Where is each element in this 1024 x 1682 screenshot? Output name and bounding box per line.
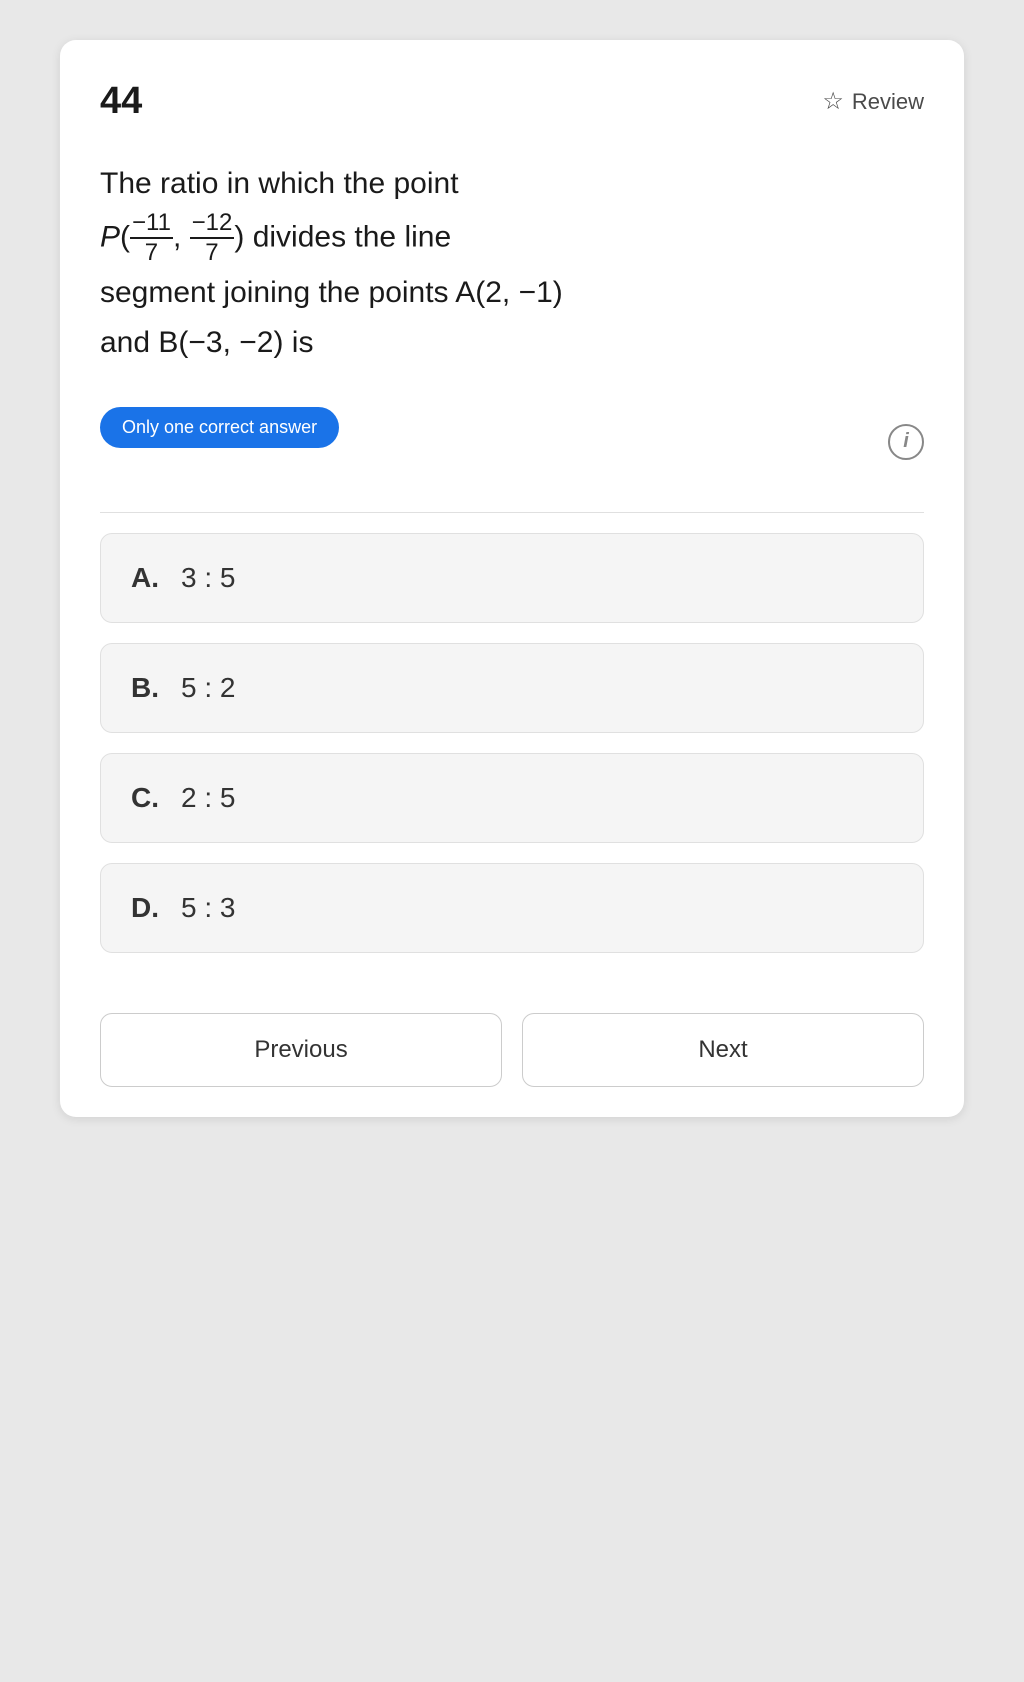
option-c[interactable]: C. 2 : 5: [100, 753, 924, 843]
option-d-value: 5 : 3: [181, 892, 235, 924]
question-text-part1: The ratio in which the point: [100, 167, 459, 200]
phone-container: 44 ☆ Review The ratio in which the point…: [0, 0, 1024, 1682]
option-d-letter: D.: [131, 892, 161, 924]
question-number: 44: [100, 80, 142, 123]
option-d[interactable]: D. 5 : 3: [100, 863, 924, 953]
question-text-part3: segment joining the points A(2, −1): [100, 276, 563, 309]
option-b-value: 5 : 2: [181, 672, 235, 704]
review-button[interactable]: ☆ Review: [822, 87, 924, 116]
option-b-letter: B.: [131, 672, 161, 704]
previous-button[interactable]: Previous: [100, 1013, 502, 1087]
fraction1: −117: [130, 220, 173, 253]
info-icon[interactable]: i: [888, 424, 924, 460]
comma: ,: [173, 220, 190, 253]
options-list: A. 3 : 5 B. 5 : 2 C. 2 : 5 D. 5 : 3: [100, 533, 924, 953]
question-text: The ratio in which the point P(−117, −12…: [100, 159, 924, 367]
divider: [100, 512, 924, 513]
question-card: 44 ☆ Review The ratio in which the point…: [60, 40, 964, 1117]
option-b[interactable]: B. 5 : 2: [100, 643, 924, 733]
point-label: P: [100, 220, 120, 253]
fraction2: −127: [190, 220, 235, 253]
option-a[interactable]: A. 3 : 5: [100, 533, 924, 623]
answer-type-badge: Only one correct answer: [100, 407, 339, 448]
option-a-letter: A.: [131, 562, 161, 594]
option-c-letter: C.: [131, 782, 161, 814]
paren-open: (: [120, 220, 130, 253]
question-text-part4: and B(−3, −2) is: [100, 326, 313, 359]
footer-buttons: Previous Next: [100, 1013, 924, 1087]
next-button[interactable]: Next: [522, 1013, 924, 1087]
info-icon-label: i: [903, 430, 909, 453]
header: 44 ☆ Review: [100, 80, 924, 123]
star-icon: ☆: [822, 87, 844, 116]
paren-close: ): [234, 220, 244, 253]
badge-row: Only one correct answer i: [100, 407, 924, 480]
review-label: Review: [852, 89, 924, 115]
option-a-value: 3 : 5: [181, 562, 235, 594]
option-c-value: 2 : 5: [181, 782, 235, 814]
question-text-part2: divides the line: [253, 220, 451, 253]
